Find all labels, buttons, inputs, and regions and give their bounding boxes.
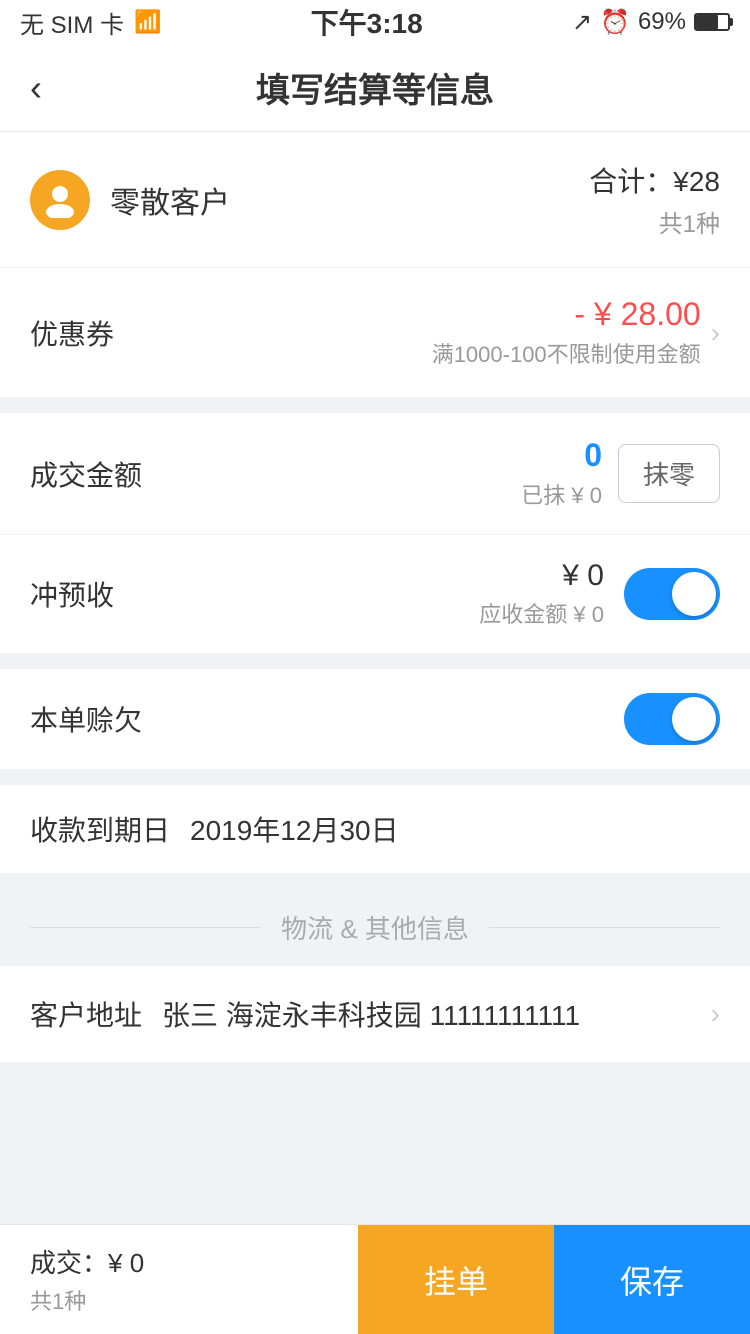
customer-left: 零散客户 — [30, 170, 230, 230]
no-sim-text: 无 SIM 卡 — [20, 5, 124, 40]
status-bar: 无 SIM 卡 📶 下午3:18 ↗ ⏰ 69% — [0, 0, 750, 44]
arrears-label: 本单赊欠 — [30, 699, 142, 739]
logistics-divider: 物流 & 其他信息 — [0, 889, 750, 966]
back-button[interactable]: ‹ — [30, 67, 42, 109]
arrears-section: 本单赊欠 — [0, 669, 750, 769]
coupon-right: - ¥ 28.00 满1000-100不限制使用金额 › — [432, 296, 720, 369]
wifi-icon: 📶 — [134, 9, 161, 35]
round-off-button[interactable]: 抹零 — [618, 444, 720, 503]
toggle-knob — [672, 572, 716, 616]
due-date-row: 收款到期日 2019年12月30日 — [0, 785, 750, 873]
precollect-toggle[interactable] — [624, 568, 720, 620]
status-left: 无 SIM 卡 📶 — [20, 5, 161, 40]
customer-right: 合计：¥28 共1种 — [589, 160, 720, 239]
transaction-row: 成交金额 0 已抹 ¥ 0 抹零 — [0, 413, 750, 535]
precollect-row: 冲预收 ¥ 0 应收金额 ¥ 0 — [0, 535, 750, 653]
coupon-description: 满1000-100不限制使用金额 — [432, 337, 701, 369]
total-count: 共1种 — [589, 204, 720, 239]
transaction-sub: 已抹 ¥ 0 — [521, 478, 602, 510]
address-chevron-icon: › — [711, 998, 720, 1030]
coupon-row[interactable]: 优惠券 - ¥ 28.00 满1000-100不限制使用金额 › — [0, 267, 750, 397]
bottom-deal-amount: 成交：¥ 0 — [30, 1243, 328, 1280]
address-row[interactable]: 客户地址 张三 海淀永丰科技园 11111111111 › — [0, 966, 750, 1062]
deal-label: 成交： — [30, 1248, 108, 1278]
precollect-label: 冲预收 — [30, 574, 114, 614]
precollect-right: ¥ 0 应收金额 ¥ 0 — [479, 559, 720, 629]
bottom-info: 成交：¥ 0 共1种 — [0, 1243, 358, 1316]
battery-icon — [694, 13, 730, 31]
hold-button[interactable]: 挂单 — [358, 1225, 554, 1334]
precollect-amount-wrap: ¥ 0 应收金额 ¥ 0 — [479, 559, 604, 629]
deal-amount: ¥ 0 — [108, 1248, 144, 1278]
total-amount: 合计：¥28 — [589, 160, 720, 200]
transaction-amount-wrap: 0 已抹 ¥ 0 — [521, 437, 602, 510]
customer-card: 零散客户 合计：¥28 共1种 优惠券 - ¥ 28.00 满1000-100不… — [0, 132, 750, 397]
divider-line-right — [489, 927, 720, 928]
coupon-label: 优惠券 — [30, 313, 114, 353]
divider-line-left — [30, 927, 261, 928]
nav-bar: ‹ 填写结算等信息 — [0, 44, 750, 132]
address-value: 张三 海淀永丰科技园 11111111111 — [162, 994, 711, 1034]
bottom-bar: 成交：¥ 0 共1种 挂单 保存 — [0, 1224, 750, 1334]
transaction-label: 成交金额 — [30, 454, 142, 494]
status-time: 下午3:18 — [311, 2, 423, 42]
content-area: 零散客户 合计：¥28 共1种 优惠券 - ¥ 28.00 满1000-100不… — [0, 132, 750, 1182]
logistics-text: 物流 & 其他信息 — [281, 909, 469, 946]
coupon-value-wrap: - ¥ 28.00 满1000-100不限制使用金额 — [432, 296, 701, 369]
customer-avatar — [30, 170, 90, 230]
chevron-right-icon: › — [711, 317, 720, 349]
customer-name: 零散客户 — [110, 178, 230, 222]
transaction-right: 0 已抹 ¥ 0 抹零 — [521, 437, 720, 510]
transaction-section: 成交金额 0 已抹 ¥ 0 抹零 冲预收 ¥ 0 应收金额 ¥ 0 — [0, 413, 750, 653]
page-title: 填写结算等信息 — [256, 63, 494, 112]
due-date-label: 收款到期日 — [30, 809, 170, 849]
address-label: 客户地址 — [30, 994, 142, 1034]
precollect-sub: 应收金额 ¥ 0 — [479, 597, 604, 629]
coupon-discount: - ¥ 28.00 — [432, 296, 701, 333]
transaction-amount: 0 — [521, 437, 602, 474]
status-right: ↗ ⏰ 69% — [572, 8, 730, 37]
location-icon: ↗ — [572, 8, 592, 37]
precollect-amount: ¥ 0 — [479, 559, 604, 593]
battery-percent: 69% — [638, 8, 686, 36]
arrears-toggle[interactable] — [624, 693, 720, 745]
bottom-count: 共1种 — [30, 1284, 328, 1316]
due-date-value: 2019年12月30日 — [190, 809, 399, 849]
customer-row: 零散客户 合计：¥28 共1种 — [0, 132, 750, 267]
alarm-icon: ⏰ — [600, 8, 630, 37]
arrears-toggle-knob — [672, 697, 716, 741]
save-button[interactable]: 保存 — [554, 1225, 750, 1334]
